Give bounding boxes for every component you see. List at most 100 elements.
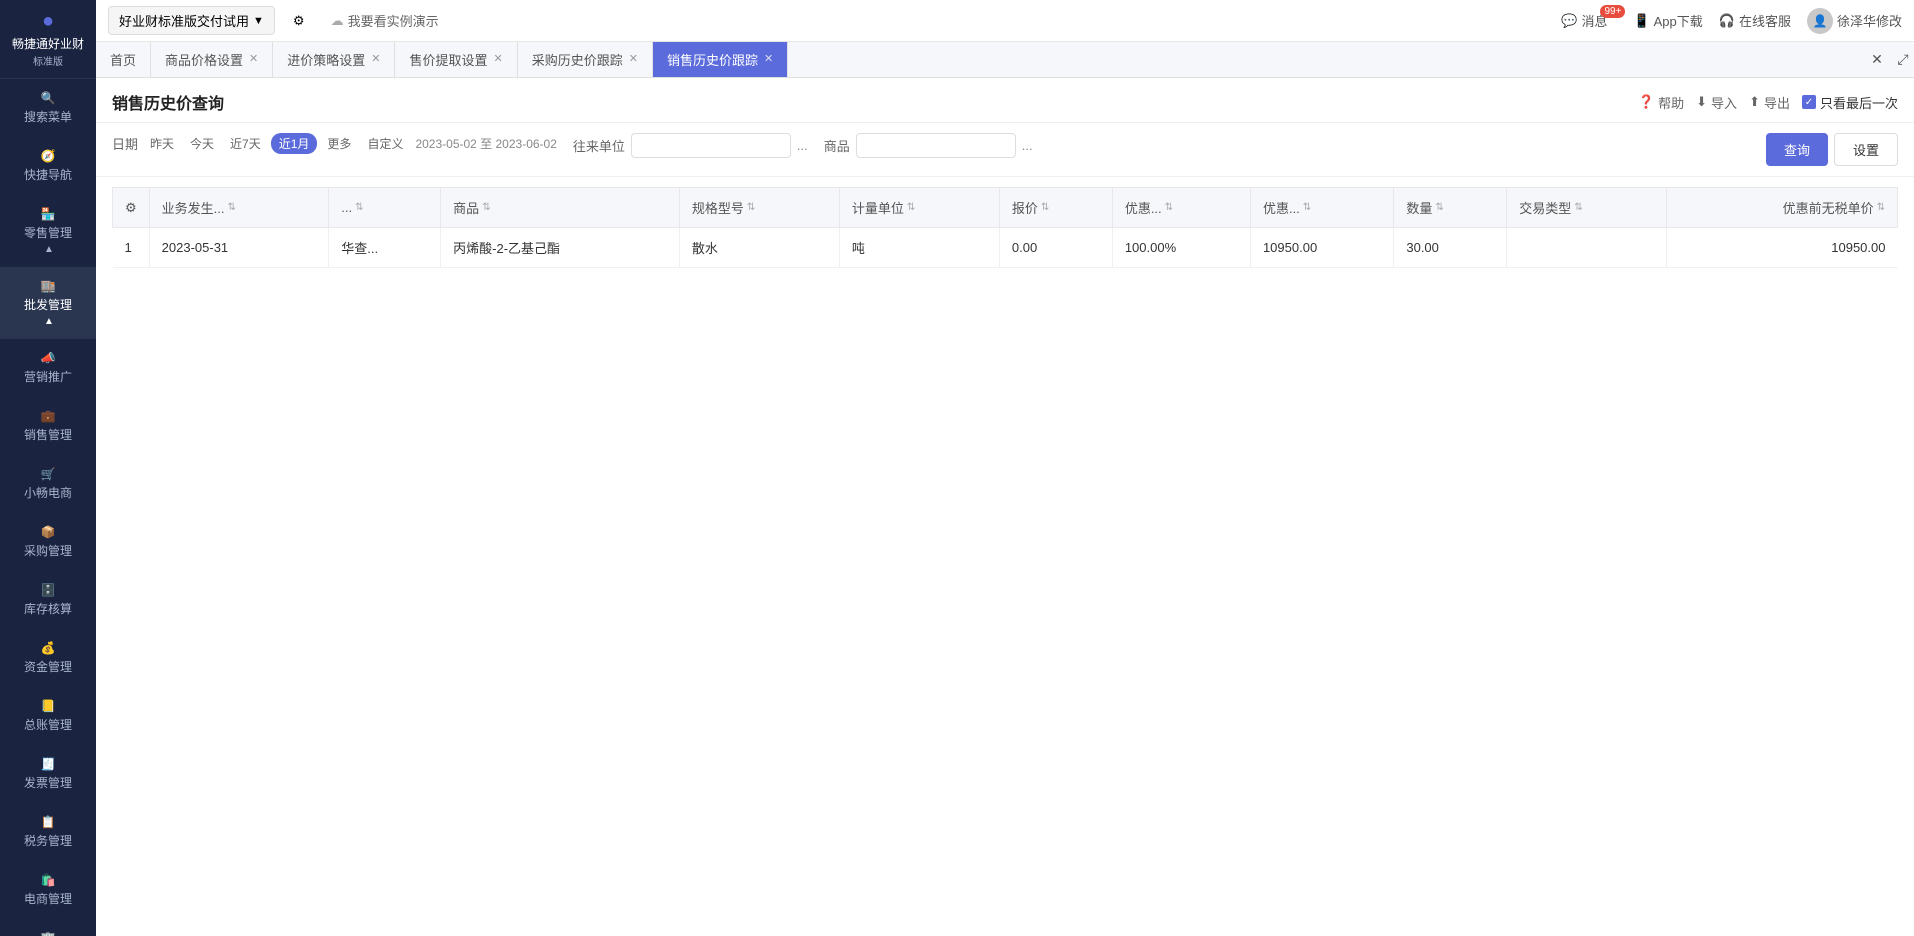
table-cell: 30.00 — [1394, 228, 1507, 268]
sidebar-item-fixed-assets[interactable]: 🏢 固定资产 — [0, 919, 96, 936]
only-last-checkbox[interactable]: ✓ — [1802, 95, 1816, 109]
sidebar-item-search-label: 搜索菜单 — [24, 108, 72, 125]
col-unit[interactable]: 计量单位 ⇅ — [839, 188, 999, 228]
sidebar-item-finance[interactable]: 💰 资金管理 — [0, 629, 96, 687]
table-cell: 1 — [113, 228, 150, 268]
date-opt-last1m[interactable]: 近1月 — [271, 133, 318, 154]
date-opt-custom[interactable]: 自定义 — [361, 133, 409, 154]
date-opt-today[interactable]: 今天 — [184, 133, 220, 154]
col-product[interactable]: 商品 ⇅ — [441, 188, 680, 228]
product-filter-label: 商品 — [824, 136, 850, 155]
sidebar-item-marketing[interactable]: 📣 营销推广 — [0, 339, 96, 397]
settings-button[interactable]: 设置 — [1834, 133, 1898, 166]
date-opt-more[interactable]: 更多 — [321, 133, 357, 154]
sidebar-logo-text: 畅捷通好业财 — [8, 36, 88, 53]
tab-purchase-strategy[interactable]: 进价策略设置 ✕ — [273, 42, 395, 77]
column-settings-icon[interactable]: ⚙ — [125, 200, 137, 215]
col-pretax-price[interactable]: 优惠前无税单价 ⇅ — [1667, 188, 1898, 228]
window-controls: ✕ ⤢ — [1866, 49, 1914, 71]
sidebar-item-tax[interactable]: 📋 税务管理 — [0, 803, 96, 861]
tab-price-settings-close[interactable]: ✕ — [249, 54, 258, 65]
filter-actions: 查询 设置 — [1766, 133, 1898, 166]
sort-icon-pretax-price: ⇅ — [1877, 202, 1885, 213]
col-discount-price[interactable]: 优惠... ⇅ — [1250, 188, 1393, 228]
module-select[interactable]: 好业财标准版交付试用 ▼ — [108, 6, 275, 35]
wholesale-arrow-icon: ▲ — [44, 316, 54, 327]
tab-home[interactable]: 首页 — [96, 42, 151, 77]
tab-purchase-history[interactable]: 采购历史价跟踪 ✕ — [518, 42, 653, 77]
date-opt-yesterday[interactable]: 昨天 — [144, 133, 180, 154]
compass-icon: 🧭 — [41, 149, 56, 163]
table-row: 12023-05-31华查...丙烯酸-2-乙基己酯散水吨0.00100.00%… — [113, 228, 1898, 268]
page-title: 销售历史价查询 — [112, 90, 224, 114]
tab-price-extract-close[interactable]: ✕ — [494, 54, 503, 65]
supplier-expand-button[interactable]: ... — [797, 138, 808, 153]
date-opt-last7[interactable]: 近7天 — [224, 133, 267, 154]
tab-purchase-history-close[interactable]: ✕ — [629, 54, 638, 65]
col-extra[interactable]: ... ⇅ — [329, 188, 441, 228]
only-last-checkbox-group[interactable]: ✓ 只看最后一次 — [1802, 93, 1898, 112]
tab-sales-history[interactable]: 销售历史价跟踪 ✕ — [653, 42, 788, 77]
table-cell: 0.00 — [999, 228, 1112, 268]
col-quantity[interactable]: 数量 ⇅ — [1394, 188, 1507, 228]
retail-arrow-icon: ▲ — [44, 244, 54, 255]
table-cell: 10950.00 — [1250, 228, 1393, 268]
col-tx-type[interactable]: 交易类型 ⇅ — [1507, 188, 1667, 228]
user-menu[interactable]: 👤 徐泽华修改 — [1807, 8, 1902, 34]
table-container: ⚙ 业务发生... ⇅ ... ⇅ — [96, 177, 1914, 278]
message-icon: 💬 — [1561, 13, 1577, 29]
export-icon: ⬆ — [1749, 94, 1760, 110]
window-close-button[interactable]: ✕ — [1866, 49, 1888, 71]
demo-button[interactable]: ☁ 我要看实例演示 — [331, 11, 439, 30]
import-button[interactable]: ⬇ 导入 — [1696, 93, 1737, 112]
topbar-right: 💬 消息 99+ 📱 App下载 🎧 在线客服 👤 徐泽华修改 — [1561, 8, 1902, 34]
sidebar-item-sales[interactable]: 💼 销售管理 — [0, 397, 96, 455]
col-gear[interactable]: ⚙ — [113, 188, 150, 228]
sidebar-item-ecommerce-small[interactable]: 🛒 小畅电商 — [0, 455, 96, 513]
sidebar-item-wholesale[interactable]: 🏬 批发管理 ▲ — [0, 267, 96, 339]
tax-icon: 📋 — [41, 815, 56, 829]
tab-sales-history-close[interactable]: ✕ — [764, 54, 773, 65]
sort-icon-discount-pct: ⇅ — [1165, 202, 1173, 213]
tab-purchase-strategy-close[interactable]: ✕ — [371, 54, 380, 65]
help-icon: ❓ — [1638, 94, 1654, 110]
ecommerce-small-icon: 🛒 — [41, 467, 56, 481]
app-download-button[interactable]: 📱 App下载 — [1633, 11, 1702, 30]
product-input[interactable] — [856, 133, 1016, 158]
tab-price-extract[interactable]: 售价提取设置 ✕ — [395, 42, 517, 77]
col-discount-price-label: 优惠... — [1263, 198, 1300, 217]
export-button[interactable]: ⬆ 导出 — [1749, 93, 1790, 112]
sidebar-item-purchase[interactable]: 📦 采购管理 — [0, 513, 96, 571]
sidebar-item-quick-nav[interactable]: 🧭 快捷导航 — [0, 137, 96, 195]
sales-icon: 💼 — [41, 409, 56, 423]
message-button[interactable]: 💬 消息 99+ — [1561, 11, 1617, 30]
supplier-input[interactable] — [631, 133, 791, 158]
ecommerce-icon: 🛍️ — [41, 873, 56, 887]
table-cell: 华查... — [329, 228, 441, 268]
online-service-button[interactable]: 🎧 在线客服 — [1719, 11, 1791, 30]
tab-price-settings[interactable]: 商品价格设置 ✕ — [151, 42, 273, 77]
inventory-icon: 🗄️ — [41, 583, 56, 597]
product-filter-group: 商品 ... — [824, 133, 1033, 158]
sidebar-item-invoice[interactable]: 🧾 发票管理 — [0, 745, 96, 803]
product-expand-button[interactable]: ... — [1022, 138, 1033, 153]
sidebar-item-inventory[interactable]: 🗄️ 库存核算 — [0, 571, 96, 629]
sidebar-item-ecommerce[interactable]: 🛍️ 电商管理 — [0, 861, 96, 919]
sidebar-item-general-ledger[interactable]: 📒 总账管理 — [0, 687, 96, 745]
window-maximize-button[interactable]: ⤢ — [1892, 49, 1914, 71]
sidebar-item-retail[interactable]: 🏪 零售管理 ▲ — [0, 195, 96, 267]
col-biz-date[interactable]: 业务发生... ⇅ — [149, 188, 329, 228]
settings-icon-btn[interactable]: ⚙ — [283, 9, 315, 33]
help-button[interactable]: ❓ 帮助 — [1638, 93, 1684, 112]
col-list-price[interactable]: 报价 ⇅ — [999, 188, 1112, 228]
date-filter-group: 日期 昨天 今天 近7天 近1月 更多 自定义 2023-05-02 至 202… — [112, 133, 557, 154]
date-range-display: 2023-05-02 至 2023-06-02 — [415, 135, 556, 152]
sort-icon-quantity: ⇅ — [1435, 202, 1443, 213]
sort-icon-biz-date: ⇅ — [228, 202, 236, 213]
sidebar-item-search[interactable]: 🔍 搜索菜单 — [0, 79, 96, 137]
page-content: 销售历史价查询 ❓ 帮助 ⬇ 导入 ⬆ 导出 ✓ 只看最后一次 — [96, 78, 1914, 936]
query-button[interactable]: 查询 — [1766, 133, 1828, 166]
col-discount-pct[interactable]: 优惠... ⇅ — [1112, 188, 1250, 228]
tab-sales-history-label: 销售历史价跟踪 — [667, 50, 758, 69]
col-spec[interactable]: 规格型号 ⇅ — [679, 188, 839, 228]
